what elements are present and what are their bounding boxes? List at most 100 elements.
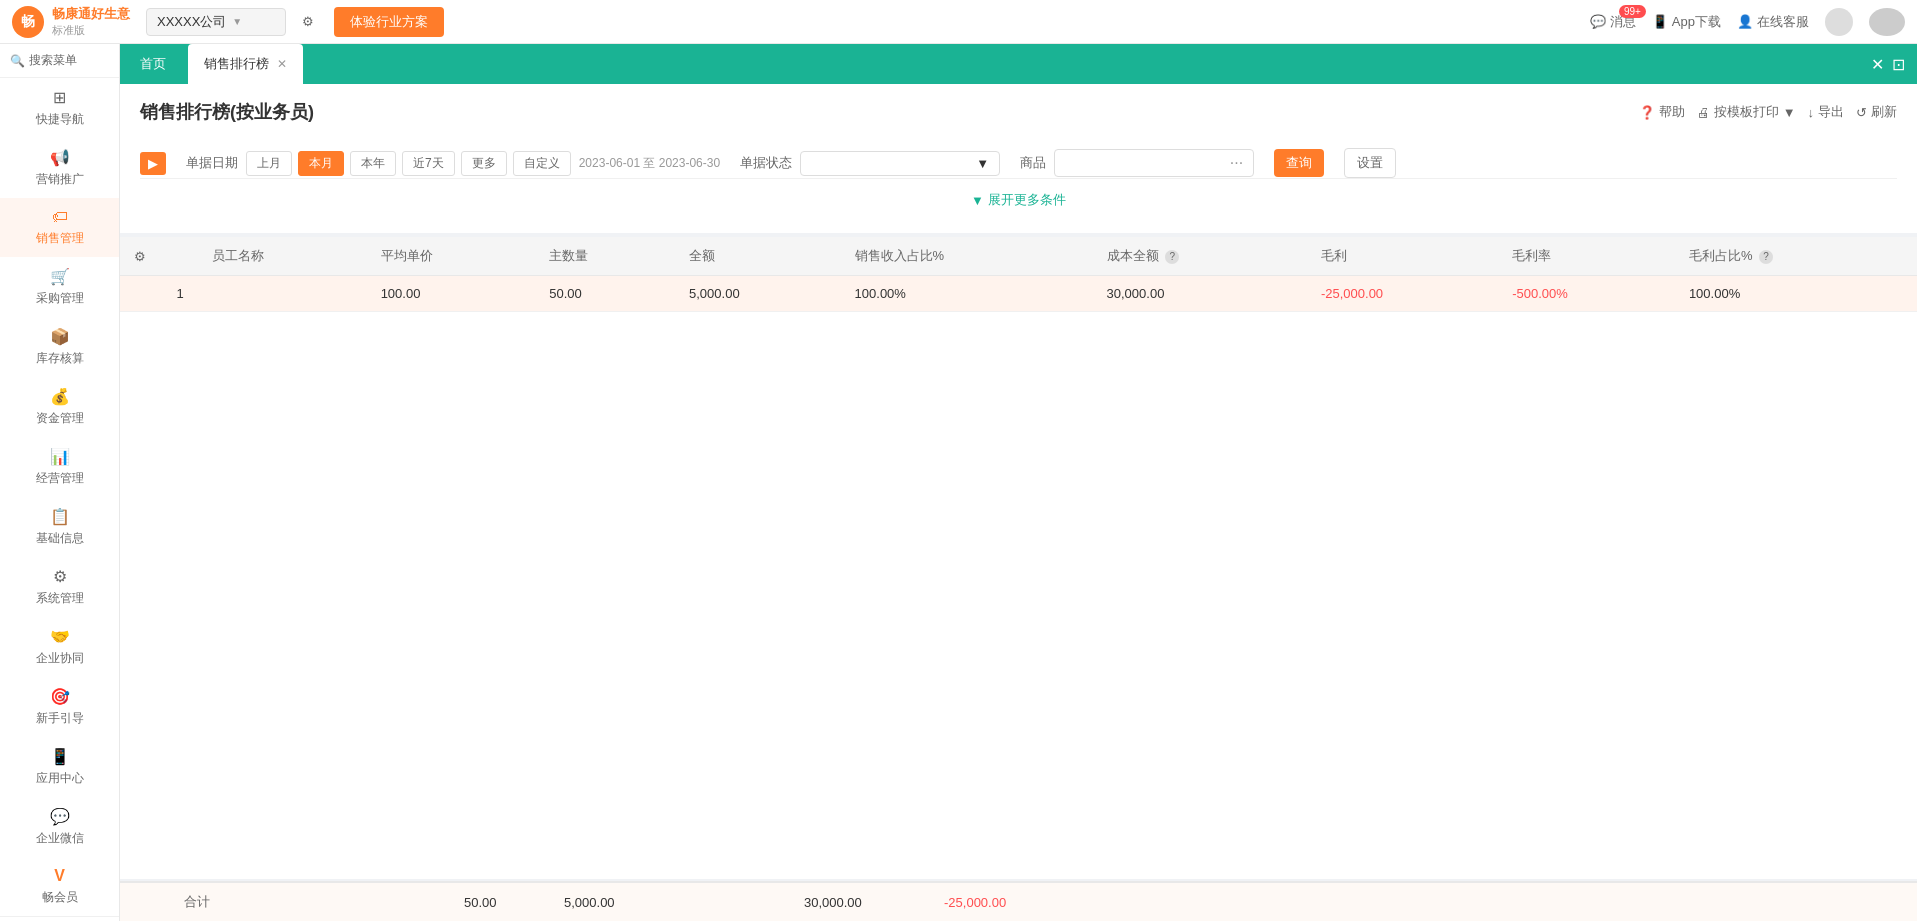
status-chevron-icon: ▼ (976, 156, 989, 171)
tab-bar: 首页 销售排行榜 ✕ ✕ ⊡ (120, 44, 1917, 84)
table-container: ⚙ 员工名称 平均单价 主数量 全额 销售收入占比% 成本全额 ? (120, 237, 1917, 879)
date-range-display: 2023-06-01 至 2023-06-30 (579, 155, 720, 172)
data-table: ⚙ 员工名称 平均单价 主数量 全额 销售收入占比% 成本全额 ? (120, 237, 1917, 312)
table-header-row: ⚙ 员工名称 平均单价 主数量 全额 销售收入占比% 成本全额 ? (120, 237, 1917, 276)
member-icon: V (54, 867, 65, 885)
basic-icon: 📋 (50, 507, 70, 526)
operations-icon: 📊 (50, 447, 70, 466)
system-icon: ⚙ (53, 567, 67, 586)
sidebar-bottom: ⚙ ◀◀ (0, 916, 119, 921)
help-label: 帮助 (1659, 103, 1685, 121)
message-item[interactable]: 💬 消息 99+ (1590, 13, 1636, 31)
tab-expand-btn[interactable]: ⊡ (1892, 55, 1905, 74)
sidebar-item-shortcuts[interactable]: ⊞ 快捷导航 (0, 78, 119, 138)
sidebar-item-finance[interactable]: 💰 资金管理 (0, 377, 119, 437)
query-button[interactable]: 查询 (1274, 149, 1324, 177)
filter-toggle-btn[interactable]: ▶ (140, 152, 166, 175)
export-button[interactable]: ↓ 导出 (1808, 103, 1845, 121)
sidebar-item-purchase[interactable]: 🛒 采购管理 (0, 257, 119, 317)
company-selector[interactable]: XXXXX公司 ▼ (146, 8, 286, 36)
sidebar-label: 畅会员 (42, 889, 78, 906)
online-service-label: 在线客服 (1757, 13, 1809, 31)
footer-total-label: 合计 (184, 894, 210, 909)
refresh-icon: ↺ (1856, 105, 1867, 120)
sidebar-item-guide[interactable]: 🎯 新手引导 (0, 677, 119, 737)
tab-actions: ✕ ⊡ (1871, 55, 1917, 74)
export-label: 导出 (1818, 103, 1844, 121)
sidebar-item-inventory[interactable]: 📦 库存核算 (0, 317, 119, 377)
chevron-down-icon: ▼ (232, 16, 242, 27)
chevron-down-icon: ▼ (971, 193, 984, 208)
row-name (200, 276, 369, 312)
refresh-label: 刷新 (1871, 103, 1897, 121)
date-btn-this-month[interactable]: 本月 (298, 151, 344, 176)
tab-close-btn[interactable]: ✕ (1871, 55, 1884, 74)
expand-button[interactable]: ▼ 展开更多条件 (971, 185, 1066, 215)
print-icon: 🖨 (1697, 105, 1710, 120)
tab-home[interactable]: 首页 (120, 44, 186, 84)
sidebar-item-marketing[interactable]: 📢 营销推广 (0, 138, 119, 198)
header-actions: ❓ 帮助 🖨 按模板打印 ▼ ↓ 导出 ↺ (1639, 103, 1897, 121)
sidebar-item-operations[interactable]: 📊 经营管理 (0, 437, 119, 497)
top-right-area: 💬 消息 99+ 📱 App下载 👤 在线客服 (1590, 8, 1905, 36)
col-header-gross-rate: 毛利率 (1500, 237, 1677, 276)
sidebar-label: 系统管理 (36, 590, 84, 607)
goods-dots-icon: ··· (1230, 154, 1243, 172)
top-bar: 畅 畅康通好生意 标准版 XXXXX公司 ▼ ⚙ 体验行业方案 💬 消息 99+… (0, 0, 1917, 44)
goods-filter-item: 商品 ··· (1020, 149, 1254, 177)
date-btn-this-year[interactable]: 本年 (350, 151, 396, 176)
sidebar-item-collab[interactable]: 🤝 企业协同 (0, 617, 119, 677)
settings-icon-top[interactable]: ⚙ (294, 8, 322, 36)
row-gross: -25,000.00 (1309, 276, 1500, 312)
expand-bar: ▼ 展开更多条件 (140, 178, 1897, 221)
apps-icon: 📱 (50, 747, 70, 766)
date-btn-custom[interactable]: 自定义 (513, 151, 571, 176)
tab-close-icon[interactable]: ✕ (277, 57, 287, 71)
sidebar-label: 采购管理 (36, 290, 84, 307)
goods-filter-label: 商品 (1020, 154, 1046, 172)
date-btn-7days[interactable]: 近7天 (402, 151, 455, 176)
col-header-name: 员工名称 (200, 237, 369, 276)
wechat-icon: 💬 (50, 807, 70, 826)
help-icon: ❓ (1639, 105, 1655, 120)
cost-help-icon[interactable]: ? (1165, 250, 1179, 264)
gross-pct-help-icon[interactable]: ? (1759, 250, 1773, 264)
tab-sales-ranking[interactable]: 销售排行榜 ✕ (188, 44, 303, 84)
col-header-settings[interactable]: ⚙ (120, 237, 160, 276)
col-header-gross-pct: 毛利占比% ? (1677, 237, 1917, 276)
row-gross-pct: 100.00% (1677, 276, 1917, 312)
sidebar-item-member[interactable]: V 畅会员 (0, 857, 119, 916)
sidebar-label: 新手引导 (36, 710, 84, 727)
status-select[interactable]: ▼ (800, 151, 1000, 176)
sidebar-item-system[interactable]: ⚙ 系统管理 (0, 557, 119, 617)
search-label: 搜索菜单 (29, 52, 77, 69)
trial-button[interactable]: 体验行业方案 (334, 7, 444, 37)
refresh-button[interactable]: ↺ 刷新 (1856, 103, 1897, 121)
sidebar-label: 基础信息 (36, 530, 84, 547)
settings-button[interactable]: 设置 (1344, 148, 1396, 178)
help-button[interactable]: ❓ 帮助 (1639, 103, 1685, 121)
sidebar-item-basic[interactable]: 📋 基础信息 (0, 497, 119, 557)
sidebar-label: 快捷导航 (36, 111, 84, 128)
online-service-item[interactable]: 👤 在线客服 (1737, 13, 1809, 31)
message-icon: 💬 (1590, 14, 1606, 29)
app-download-label: App下载 (1672, 13, 1721, 31)
sidebar-label: 销售管理 (36, 230, 84, 247)
sidebar-search[interactable]: 🔍 搜索菜单 (0, 44, 119, 78)
app-download-item[interactable]: 📱 App下载 (1652, 13, 1721, 31)
sidebar-label: 库存核算 (36, 350, 84, 367)
goods-input[interactable]: ··· (1054, 149, 1254, 177)
page-header: 销售排行榜(按业务员) ❓ 帮助 🖨 按模板打印 ▼ ↓ (120, 84, 1917, 136)
sidebar-item-wechat[interactable]: 💬 企业微信 (0, 797, 119, 857)
print-label: 按模板打印 (1714, 103, 1779, 121)
print-button[interactable]: 🖨 按模板打印 ▼ (1697, 103, 1796, 121)
col-header-avg-price: 平均单价 (369, 237, 538, 276)
sidebar-item-sales[interactable]: 🏷 销售管理 (0, 198, 119, 257)
user-name-area (1869, 8, 1905, 36)
date-btn-last-month[interactable]: 上月 (246, 151, 292, 176)
sidebar-item-apps[interactable]: 📱 应用中心 (0, 737, 119, 797)
date-btn-more[interactable]: 更多 (461, 151, 507, 176)
filter-row: ▶ 单据日期 上月 本月 本年 近7天 更多 自定义 (140, 148, 1897, 178)
marketing-icon: 📢 (50, 148, 70, 167)
avatar[interactable] (1825, 8, 1853, 36)
